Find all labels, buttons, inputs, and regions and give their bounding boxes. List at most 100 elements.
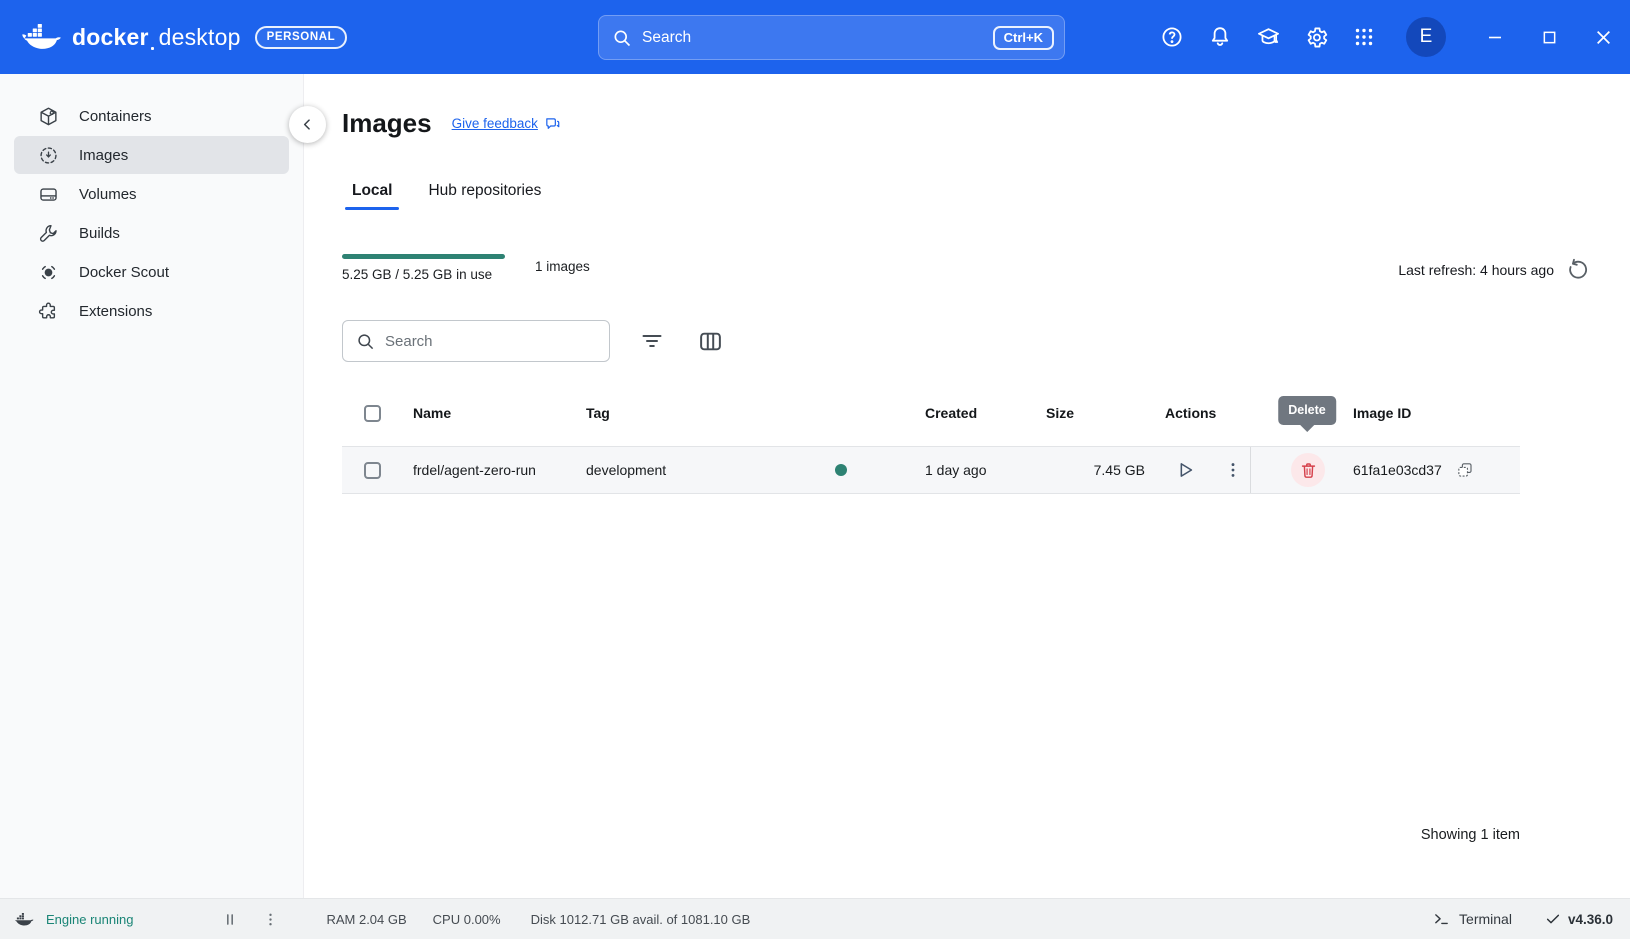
images-table: Name Tag Created Size Actions Image ID f… (342, 394, 1520, 494)
apps-grid-button[interactable] (1344, 17, 1384, 57)
check-icon (1545, 911, 1561, 927)
terminal-label: Terminal (1459, 911, 1512, 927)
column-header-created[interactable]: Created (920, 405, 1020, 421)
docker-desktop-window: { "titlebar": { "brand_docker": "docker"… (0, 0, 1630, 939)
ram-usage: RAM 2.04 GB (326, 911, 407, 927)
builds-icon (38, 223, 59, 244)
titlebar-actions: E (1152, 0, 1630, 74)
sidebar-item-images[interactable]: Images (14, 136, 289, 174)
disk-usage: 5.25 GB / 5.25 GB in use (342, 250, 505, 282)
tab-local-label: Local (352, 182, 393, 199)
images-page: Images Give feedback Local Hub repositor… (304, 74, 1630, 898)
brand-docker: docker (72, 23, 149, 50)
plan-badge[interactable]: PERSONAL (254, 25, 348, 49)
notifications-button[interactable] (1200, 17, 1240, 57)
image-id[interactable]: 61fa1e03cd37 (1353, 462, 1442, 478)
images-count: 1 images (535, 259, 590, 274)
search-icon (612, 28, 632, 48)
sidebar-collapse-button[interactable] (289, 106, 326, 143)
global-search-bar[interactable]: Search Ctrl+K (598, 15, 1065, 60)
docker-logo: docker desktop PERSONAL (22, 22, 348, 52)
last-refresh: Last refresh: 4 hours ago (1398, 258, 1590, 282)
version-indicator[interactable]: v4.36.0 (1538, 911, 1613, 927)
row-count-label: Showing 1 item (1420, 827, 1520, 843)
sidebar-item-label: Volumes (79, 185, 137, 203)
copy-image-id-icon[interactable] (1456, 461, 1474, 479)
shortcut-chip: Ctrl+K (992, 25, 1054, 50)
image-name[interactable]: frdel/agent-zero-run (404, 462, 580, 478)
volumes-icon (38, 184, 59, 205)
window-minimize-button[interactable] (1468, 0, 1522, 74)
delete-tooltip: Delete (1278, 396, 1336, 425)
images-search-input[interactable] (385, 332, 609, 350)
column-header-image-id[interactable]: Image ID (1345, 405, 1520, 421)
engine-status-label[interactable]: Engine running (46, 912, 133, 927)
tab-local[interactable]: Local (345, 182, 400, 210)
sidebar-item-volumes[interactable]: Volumes (14, 175, 289, 213)
global-search-placeholder: Search (642, 28, 692, 46)
brand-dot (150, 46, 154, 50)
sidebar-item-label: Images (79, 146, 129, 164)
sidebar-item-label: Containers (79, 107, 152, 125)
containers-icon (38, 106, 59, 127)
statusbar-right: Terminal v4.36.0 (1424, 911, 1613, 928)
table-header: Name Tag Created Size Actions Image ID (342, 394, 1520, 432)
column-header-size[interactable]: Size (1020, 405, 1145, 421)
run-image-button[interactable] (1168, 453, 1202, 487)
page-title: Images (342, 108, 432, 138)
column-header-actions: Actions (1165, 405, 1217, 421)
sidebar-item-builds[interactable]: Builds (14, 214, 289, 252)
usage-progress-bar (342, 254, 505, 259)
usage-text: 5.25 GB / 5.25 GB in use (342, 267, 493, 282)
brand-desktop: desktop (158, 23, 241, 50)
delete-image-button[interactable] (1291, 453, 1325, 487)
columns-icon[interactable] (692, 323, 728, 359)
learning-center-button[interactable] (1248, 17, 1288, 57)
row-more-actions-button[interactable] (1216, 453, 1250, 487)
version-label: v4.36.0 (1567, 911, 1613, 927)
tab-hub-repositories[interactable]: Hub repositories (421, 182, 548, 210)
sidebar-item-containers[interactable]: Containers (14, 97, 289, 135)
usage-summary: 5.25 GB / 5.25 GB in use 1 images Last r… (342, 250, 1590, 282)
status-bar: Engine running RAM 2.04 GB CPU 0.00% Dis… (0, 898, 1630, 939)
docker-scout-icon (38, 262, 59, 283)
refresh-icon[interactable] (1566, 258, 1590, 282)
engine-more-options-button[interactable] (263, 912, 278, 927)
help-button[interactable] (1152, 17, 1192, 57)
image-created: 1 day ago (925, 462, 987, 478)
tabs: Local Hub repositories (345, 182, 570, 210)
window-maximize-button[interactable] (1522, 0, 1576, 74)
row-actions (1145, 453, 1250, 487)
image-size: 7.45 GB (1093, 462, 1145, 478)
settings-gear-button[interactable] (1296, 17, 1336, 57)
pause-engine-button[interactable] (223, 912, 237, 927)
tab-hub-label: Hub repositories (428, 182, 542, 199)
image-tag: development (586, 462, 667, 478)
select-all-checkbox[interactable] (364, 404, 381, 422)
brand-text: docker desktop (72, 24, 241, 51)
feedback-icon (544, 115, 561, 132)
filter-icon[interactable] (634, 323, 670, 359)
search-icon (356, 332, 375, 351)
disk-usage-label: Disk 1012.71 GB avail. of 1081.10 GB (530, 911, 751, 927)
sidebar-item-extensions[interactable]: Extensions (14, 292, 289, 330)
row-checkbox[interactable] (364, 461, 381, 479)
sidebar-item-label: Extensions (79, 302, 153, 320)
give-feedback-link[interactable]: Give feedback (452, 115, 567, 132)
terminal-icon (1433, 911, 1450, 928)
engine-whale-icon (14, 912, 34, 927)
user-avatar[interactable]: E (1406, 17, 1446, 57)
give-feedback-label: Give feedback (451, 116, 538, 131)
table-toolbar (342, 320, 728, 362)
sidebar-item-docker-scout[interactable]: Docker Scout (14, 253, 289, 291)
window-close-button[interactable] (1576, 0, 1630, 74)
column-header-tag[interactable]: Tag (580, 405, 820, 421)
table-row: frdel/agent-zero-run development 1 day a… (342, 446, 1520, 494)
docker-whale-icon (22, 22, 62, 52)
images-icon (38, 145, 59, 166)
terminal-button[interactable]: Terminal (1424, 911, 1512, 928)
titlebar: docker desktop PERSONAL Search Ctrl+K E (0, 0, 1630, 74)
column-header-name[interactable]: Name (404, 405, 580, 421)
sidebar-item-label: Builds (79, 224, 120, 242)
sidebar: Containers Images Volumes Builds Docker … (0, 74, 304, 898)
